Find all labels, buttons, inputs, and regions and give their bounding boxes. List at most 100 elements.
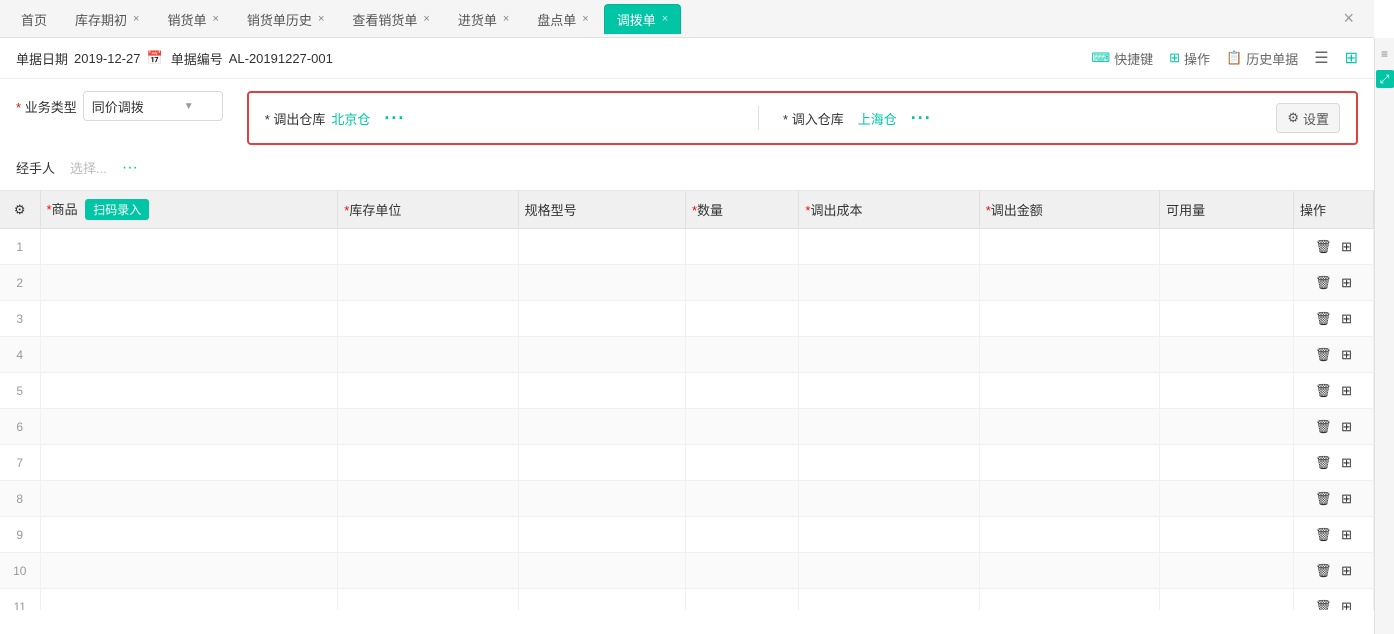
contact-select[interactable]: 选择... <box>61 153 116 182</box>
operate-btn[interactable]: ⊞ 操作 <box>1169 49 1210 68</box>
layout-btn2[interactable]: ⊞ <box>1345 48 1358 68</box>
delete-icon[interactable]: 🗑 <box>1315 455 1332 471</box>
table-row: 2 🗑 ⊞ <box>0 265 1374 301</box>
table-row: 5 🗑 ⊞ <box>0 373 1374 409</box>
code-field: 单据编号 AL-20191227-001 <box>171 49 333 68</box>
right-sidebar: ≡ ⤢ <box>1374 38 1394 634</box>
contact-label: 经手人 <box>16 158 55 177</box>
tab-stocktake[interactable]: 盘点单 × <box>524 4 601 34</box>
col-settings[interactable]: ⚙ <box>0 191 40 229</box>
delete-icon[interactable]: 🗑 <box>1315 275 1332 291</box>
col-ops: 操作 <box>1294 191 1374 229</box>
delete-icon[interactable]: 🗑 <box>1315 239 1332 255</box>
delete-icon[interactable]: 🗑 <box>1315 491 1332 507</box>
contact-field: 经手人 选择... ··· <box>16 153 138 182</box>
calendar-icon[interactable]: 📅 <box>147 50 163 66</box>
copy-icon[interactable]: ⊞ <box>1341 455 1352 471</box>
biz-type-select[interactable]: 同价调拨 ▼ <box>83 91 223 121</box>
operate-icon: ⊞ <box>1169 50 1180 66</box>
delete-icon[interactable]: 🗑 <box>1315 347 1332 363</box>
history-icon: 📋 <box>1226 50 1242 66</box>
sidebar-list-icon[interactable]: ≡ <box>1377 46 1393 62</box>
biz-type-field: * 业务类型 同价调拨 ▼ <box>16 91 223 121</box>
settings-button[interactable]: ⚙ 设置 <box>1276 103 1340 133</box>
tab-purchase[interactable]: 进货单 × <box>445 4 522 34</box>
table-row: 10 🗑 ⊞ <box>0 553 1374 589</box>
copy-icon[interactable]: ⊞ <box>1341 311 1352 327</box>
delete-icon[interactable]: 🗑 <box>1315 383 1332 399</box>
col-amount: *调出金额 <box>979 191 1159 229</box>
copy-icon[interactable]: ⊞ <box>1341 419 1352 435</box>
tab-view-sales[interactable]: 查看销货单 × <box>339 4 442 34</box>
tab-home[interactable]: 首页 <box>8 4 60 34</box>
table-row: 7 🗑 ⊞ <box>0 445 1374 481</box>
form-row2: 经手人 选择... ··· <box>0 153 1374 190</box>
copy-icon[interactable]: ⊞ <box>1341 491 1352 507</box>
tab-close-view-sales[interactable]: × <box>423 13 429 25</box>
history-btn[interactable]: 📋 历史单据 <box>1226 49 1298 68</box>
tab-close-inventory-init[interactable]: × <box>133 13 139 25</box>
toolbar-right: ⌨ 快捷键 ⊞ 操作 📋 历史单据 ☰ ⊞ <box>1091 48 1358 68</box>
shortcut-btn[interactable]: ⌨ 快捷键 <box>1091 49 1153 68</box>
table-row: 8 🗑 ⊞ <box>0 481 1374 517</box>
copy-icon[interactable]: ⊞ <box>1341 383 1352 399</box>
toolbar: 单据日期 2019-12-27 📅 单据编号 AL-20191227-001 ⌨… <box>0 38 1374 79</box>
tab-sales-history[interactable]: 销货单历史 × <box>234 4 337 34</box>
col-qty: *数量 <box>685 191 798 229</box>
out-warehouse-label: * 调出仓库 <box>265 109 326 128</box>
shortcut-icon: ⌨ <box>1091 50 1110 66</box>
out-warehouse-more-icon[interactable]: ··· <box>384 108 405 129</box>
table-row: 6 🗑 ⊞ <box>0 409 1374 445</box>
in-warehouse-value[interactable]: 上海仓 <box>858 109 897 128</box>
delete-icon[interactable]: 🗑 <box>1315 311 1332 327</box>
delete-icon[interactable]: 🗑 <box>1315 599 1332 611</box>
delete-icon[interactable]: 🗑 <box>1315 419 1332 435</box>
form-area: * 业务类型 同价调拨 ▼ * 调出仓库 北京仓 ··· * <box>0 79 1374 153</box>
table-row: 1 🗑 ⊞ <box>0 229 1374 265</box>
table-wrap: ⚙ *商品 扫码录入 *库存单位 规格型号 *数量 *调出成本 *调出金额 可用… <box>0 190 1374 610</box>
sidebar-expand-icon[interactable]: ⤢ <box>1376 70 1394 88</box>
tab-close-transfer[interactable]: × <box>662 13 668 25</box>
biz-type-label: * 业务类型 <box>16 97 77 116</box>
layout-btn1[interactable]: ☰ <box>1314 48 1328 68</box>
out-warehouse-value[interactable]: 北京仓 <box>331 109 370 128</box>
tab-inventory-init[interactable]: 库存期初 × <box>62 4 152 34</box>
tab-transfer[interactable]: 调拨单 × <box>604 4 681 34</box>
biz-type-arrow-icon: ▼ <box>184 101 194 112</box>
in-warehouse-field: * 调入仓库 上海仓 ··· <box>783 108 1252 129</box>
out-warehouse-field: * 调出仓库 北京仓 ··· <box>265 108 734 129</box>
copy-icon[interactable]: ⊞ <box>1341 599 1352 611</box>
copy-icon[interactable]: ⊞ <box>1341 239 1352 255</box>
tab-close-sales-history[interactable]: × <box>318 13 324 25</box>
copy-icon[interactable]: ⊞ <box>1341 347 1352 363</box>
col-goods: *商品 扫码录入 <box>40 191 338 229</box>
copy-icon[interactable]: ⊞ <box>1341 563 1352 579</box>
tab-close-stocktake[interactable]: × <box>582 13 588 25</box>
main-table: ⚙ *商品 扫码录入 *库存单位 规格型号 *数量 *调出成本 *调出金额 可用… <box>0 191 1374 610</box>
copy-icon[interactable]: ⊞ <box>1341 275 1352 291</box>
table-header: ⚙ *商品 扫码录入 *库存单位 规格型号 *数量 *调出成本 *调出金额 可用… <box>0 191 1374 229</box>
in-warehouse-more-icon[interactable]: ··· <box>911 108 932 129</box>
tab-sales-order[interactable]: 销货单 × <box>154 4 231 34</box>
contact-more-icon[interactable]: ··· <box>122 159 138 177</box>
tab-close-sales-order[interactable]: × <box>212 13 218 25</box>
in-warehouse-label: * 调入仓库 <box>783 109 844 128</box>
col-available: 可用量 <box>1160 191 1294 229</box>
window-close-button[interactable]: × <box>1331 8 1366 29</box>
settings-icon[interactable]: ⚙ <box>14 202 26 217</box>
date-field: 单据日期 2019-12-27 📅 <box>16 49 163 68</box>
copy-icon[interactable]: ⊞ <box>1341 527 1352 543</box>
col-unit: *库存单位 <box>338 191 518 229</box>
warehouse-box: * 调出仓库 北京仓 ··· * 调入仓库 上海仓 ··· ⚙ 设置 <box>247 91 1358 145</box>
delete-icon[interactable]: 🗑 <box>1315 527 1332 543</box>
table-row: 11 🗑 ⊞ <box>0 589 1374 611</box>
tab-close-purchase[interactable]: × <box>503 13 509 25</box>
scan-btn[interactable]: 扫码录入 <box>85 199 149 220</box>
settings-icon: ⚙ <box>1287 110 1299 126</box>
col-cost: *调出成本 <box>799 191 979 229</box>
warehouse-divider <box>758 106 759 130</box>
table-row: 3 🗑 ⊞ <box>0 301 1374 337</box>
delete-icon[interactable]: 🗑 <box>1315 563 1332 579</box>
toolbar-left: 单据日期 2019-12-27 📅 单据编号 AL-20191227-001 <box>16 49 333 68</box>
code-value: AL-20191227-001 <box>229 51 333 66</box>
